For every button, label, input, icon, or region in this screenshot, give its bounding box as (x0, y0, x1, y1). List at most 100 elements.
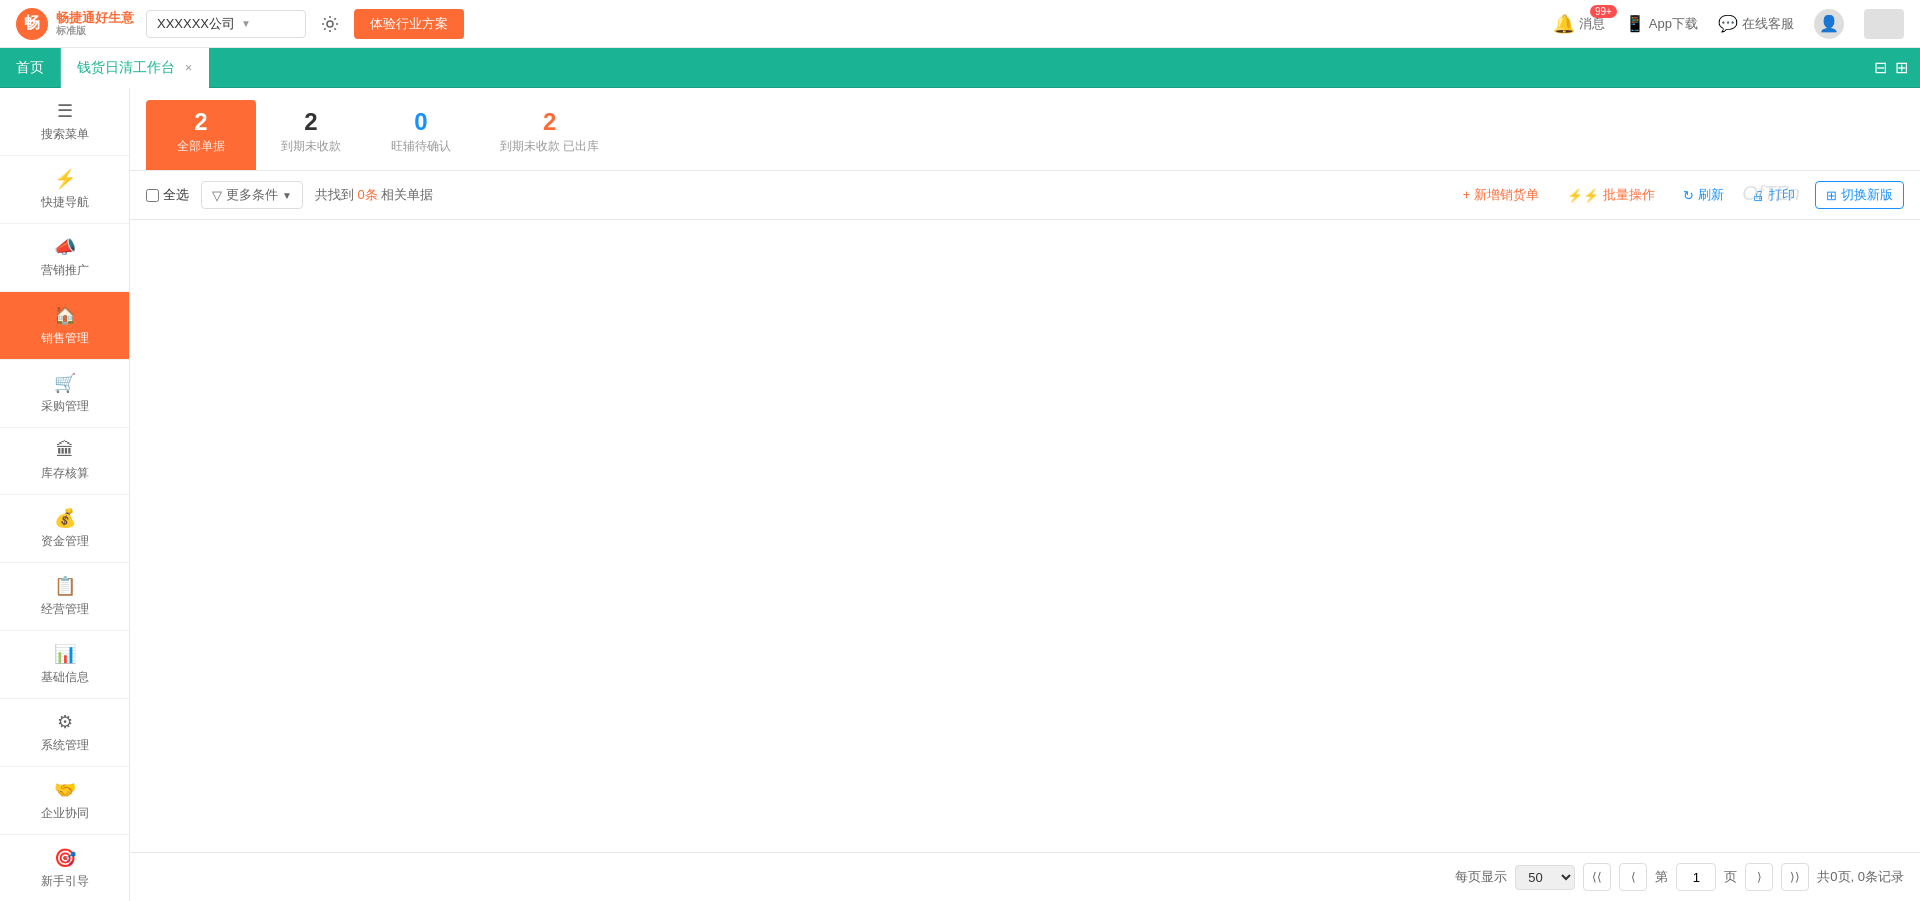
logo-icon: 畅 (16, 8, 48, 40)
switch-label: 切换新版 (1841, 186, 1893, 204)
stats-tabs: 2 全部单据 2 到期未收款 0 旺辅待确认 2 到期未收款 已出库 (130, 88, 1920, 171)
print-icon: 🖨 (1752, 188, 1765, 203)
stats-tab-overdue-num: 2 (304, 108, 317, 136)
stats-tab-unshipped[interactable]: 2 到期未收款 已出库 (476, 100, 623, 170)
sidebar-item-finance[interactable]: 💰 资金管理 (0, 495, 129, 563)
purchase-icon: 🛒 (54, 372, 76, 394)
message-button[interactable]: 🔔 消息 99+ (1553, 13, 1605, 35)
tab-minimize-button[interactable]: ⊟ (1874, 58, 1887, 77)
page-prefix-label: 第 (1655, 868, 1668, 886)
refresh-button[interactable]: ↻ 刷新 (1675, 182, 1732, 208)
company-name: XXXXXX公司 (157, 15, 235, 33)
sidebar-item-basic-info[interactable]: 📊 基础信息 (0, 631, 129, 699)
found-count: 0条 (358, 187, 378, 202)
user-menu[interactable] (1864, 9, 1904, 39)
sidebar-item-system[interactable]: ⚙ 系统管理 (0, 699, 129, 767)
online-service-button[interactable]: 💬 在线客服 (1718, 14, 1794, 33)
stats-tab-all[interactable]: 2 全部单据 (146, 100, 256, 170)
tab-close-icon[interactable]: × (185, 61, 192, 75)
page-first-button[interactable]: ⟨⟨ (1583, 863, 1611, 891)
sidebar-item-guide[interactable]: 🎯 新手引导 (0, 835, 129, 901)
sidebar-label-quick-nav: 快捷导航 (41, 194, 89, 211)
basic-info-icon: 📊 (54, 643, 76, 665)
search-menu-icon: ☰ (57, 100, 73, 122)
settings-button[interactable] (314, 8, 346, 40)
stats-tab-all-num: 2 (194, 108, 207, 136)
stats-tab-all-label: 全部单据 (177, 138, 225, 155)
toolbar-right: + 新增销货单 ⚡⚡ 批量操作 ↻ 刷新 🖨 打印 ⊞ 切换新版 (1455, 181, 1904, 209)
sidebar-label-enterprise: 企业协同 (41, 805, 89, 822)
tab-bar: 首页 钱货日清工作台 × ⊟ ⊞ (0, 48, 1920, 88)
refresh-label: 刷新 (1698, 186, 1724, 204)
per-page-select[interactable]: 50 10 20 100 (1515, 865, 1575, 890)
filter-chevron-icon: ▼ (282, 190, 292, 201)
tab-home[interactable]: 首页 (0, 48, 61, 88)
sidebar-label-basic-info: 基础信息 (41, 669, 89, 686)
tab-active[interactable]: 钱货日清工作台 × (61, 48, 209, 88)
table-area (130, 220, 1920, 852)
company-selector[interactable]: XXXXXX公司 ▼ (146, 10, 306, 38)
sidebar-label-sales: 销售管理 (41, 330, 89, 347)
stats-tab-pending-label: 旺辅待确认 (391, 138, 451, 155)
system-icon: ⚙ (57, 711, 73, 733)
sales-icon: 🏠 (54, 304, 76, 326)
page-suffix-label: 页 (1724, 868, 1737, 886)
pagination: 每页显示 50 10 20 100 ⟨⟨ ⟨ 第 页 ⟩ ⟩⟩ 共0页, 0条记… (130, 852, 1920, 901)
sidebar: ☰ 搜索菜单 ⚡ 快捷导航 📣 营销推广 🏠 销售管理 🛒 采购管理 🏛 库存核… (0, 88, 130, 901)
add-order-button[interactable]: + 新增销货单 (1455, 182, 1547, 208)
stats-tab-overdue[interactable]: 2 到期未收款 (256, 100, 366, 170)
sidebar-item-inventory[interactable]: 🏛 库存核算 (0, 428, 129, 495)
print-button[interactable]: 🖨 打印 (1744, 182, 1803, 208)
avatar[interactable]: 👤 (1814, 9, 1844, 39)
toolbar: 全选 ▽ 更多条件 ▼ 共找到 0条 相关单据 + 新增销货单 ⚡⚡ 批量操作 … (130, 171, 1920, 220)
filter-button[interactable]: ▽ 更多条件 ▼ (201, 181, 303, 209)
tab-maximize-button[interactable]: ⊞ (1895, 58, 1908, 77)
stats-tab-pending[interactable]: 0 旺辅待确认 (366, 100, 476, 170)
batch-button[interactable]: ⚡⚡ 批量操作 (1559, 182, 1663, 208)
experience-btn[interactable]: 体验行业方案 (354, 9, 464, 39)
top-header: 畅 畅捷通好生意 标准版 XXXXXX公司 ▼ 体验行业方案 🔔 消息 99+ … (0, 0, 1920, 48)
select-all-checkbox[interactable]: 全选 (146, 186, 189, 204)
sidebar-item-sales[interactable]: 🏠 销售管理 (0, 292, 129, 360)
sidebar-item-enterprise[interactable]: 🤝 企业协同 (0, 767, 129, 835)
page-total: 共0页, 0条记录 (1817, 868, 1904, 886)
switch-icon: ⊞ (1826, 188, 1837, 203)
operations-icon: 📋 (54, 575, 76, 597)
switch-version-button[interactable]: ⊞ 切换新版 (1815, 181, 1904, 209)
batch-label: 批量操作 (1603, 186, 1655, 204)
found-prefix: 共找到 (315, 187, 354, 202)
page-last-button[interactable]: ⟩⟩ (1781, 863, 1809, 891)
sidebar-item-purchase[interactable]: 🛒 采购管理 (0, 360, 129, 428)
batch-icon: ⚡⚡ (1567, 188, 1599, 203)
print-label: 打印 (1769, 186, 1795, 204)
checkbox-input[interactable] (146, 189, 159, 202)
app-download-label: App下载 (1649, 15, 1698, 33)
filter-icon: ▽ (212, 188, 222, 203)
sidebar-item-search-menu[interactable]: ☰ 搜索菜单 (0, 88, 129, 156)
stats-tab-pending-num: 0 (414, 108, 427, 136)
sidebar-item-marketing[interactable]: 📣 营销推广 (0, 224, 129, 292)
sidebar-label-guide: 新手引导 (41, 873, 89, 890)
sidebar-item-operations[interactable]: 📋 经营管理 (0, 563, 129, 631)
app-download-button[interactable]: 📱 App下载 (1625, 14, 1698, 33)
guide-icon: 🎯 (54, 847, 76, 869)
inventory-icon: 🏛 (56, 440, 74, 461)
sidebar-label-inventory: 库存核算 (41, 465, 89, 482)
page-input[interactable] (1676, 863, 1716, 891)
select-all-label: 全选 (163, 186, 189, 204)
stats-tab-unshipped-label: 到期未收款 已出库 (500, 138, 599, 155)
quick-nav-icon: ⚡ (54, 168, 76, 190)
page-next-button[interactable]: ⟩ (1745, 863, 1773, 891)
chevron-down-icon: ▼ (241, 18, 251, 29)
sidebar-item-quick-nav[interactable]: ⚡ 快捷导航 (0, 156, 129, 224)
content-area: 2 全部单据 2 到期未收款 0 旺辅待确认 2 到期未收款 已出库 全选 (130, 88, 1920, 901)
enterprise-icon: 🤝 (54, 779, 76, 801)
stats-tab-unshipped-num: 2 (543, 108, 556, 136)
sidebar-label-finance: 资金管理 (41, 533, 89, 550)
per-page-label: 每页显示 (1455, 868, 1507, 886)
refresh-icon: ↻ (1683, 188, 1694, 203)
page-prev-button[interactable]: ⟨ (1619, 863, 1647, 891)
main-layout: ☰ 搜索菜单 ⚡ 快捷导航 📣 营销推广 🏠 销售管理 🛒 采购管理 🏛 库存核… (0, 88, 1920, 901)
logo-main: 畅捷通好生意 (56, 10, 134, 26)
sidebar-label-purchase: 采购管理 (41, 398, 89, 415)
